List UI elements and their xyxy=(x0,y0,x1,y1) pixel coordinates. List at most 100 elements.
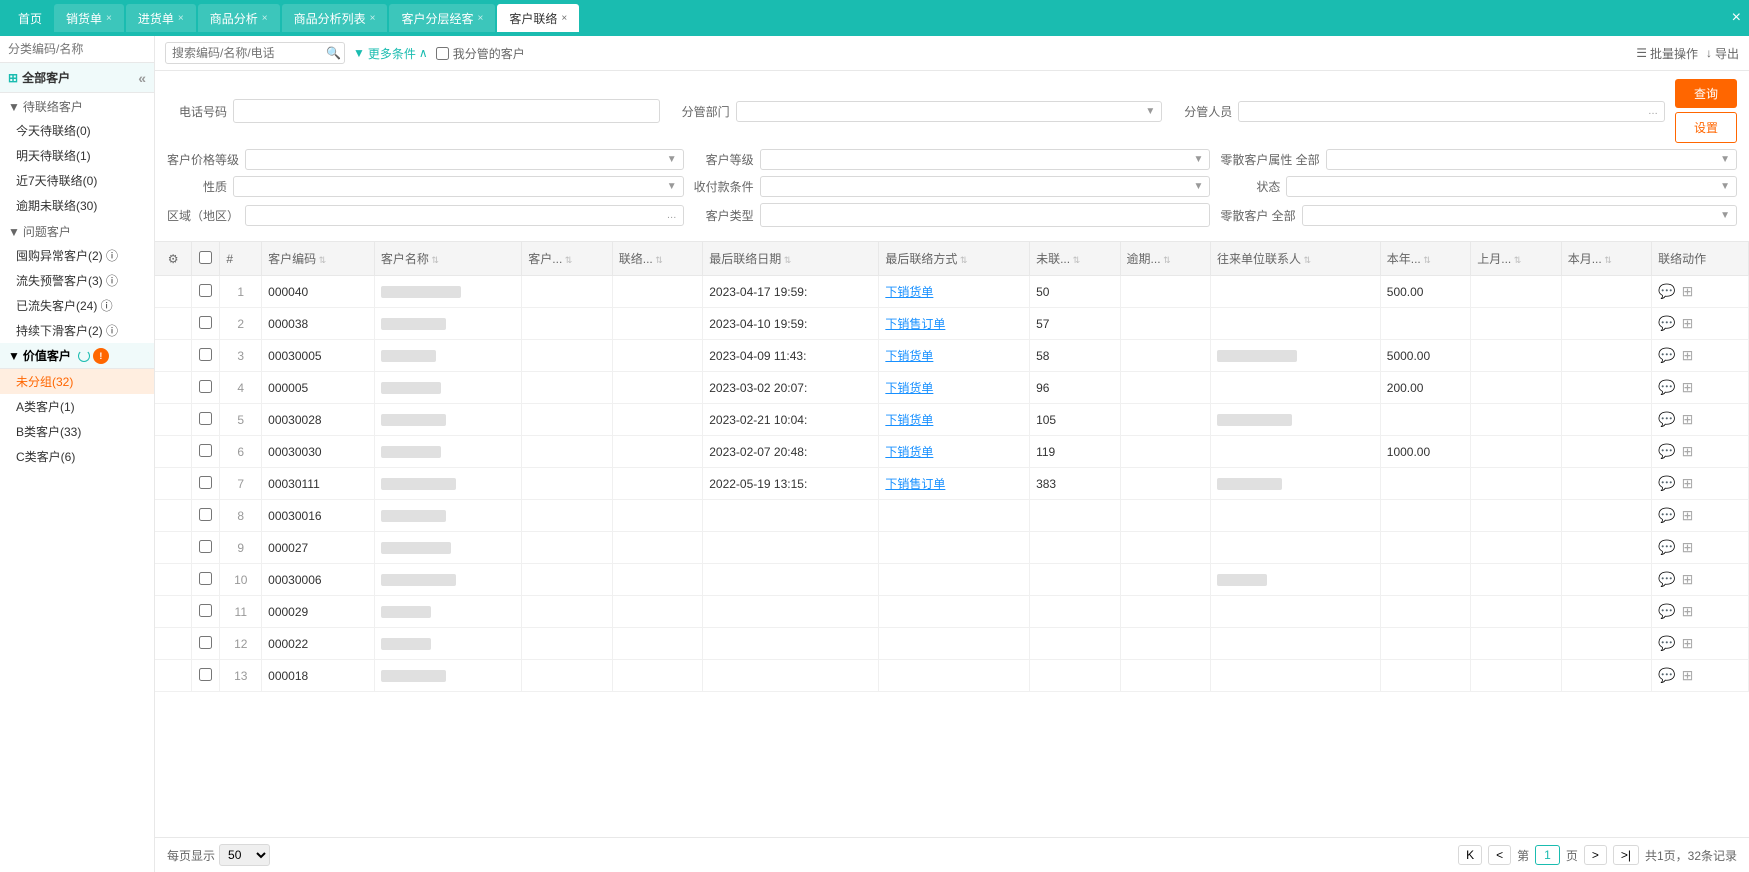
chat-icon[interactable]: 💬 xyxy=(1658,507,1675,524)
chat-icon[interactable]: 💬 xyxy=(1658,283,1675,300)
close-icon[interactable]: × xyxy=(370,13,376,24)
customer-grade-select[interactable]: ▼ xyxy=(760,149,1211,170)
manager-input[interactable]: … xyxy=(1238,101,1665,122)
scatter-customer-select[interactable]: ▼ xyxy=(1302,205,1737,226)
close-icon[interactable]: × xyxy=(561,13,567,24)
region-select[interactable]: … xyxy=(245,205,684,226)
chat-icon[interactable]: 💬 xyxy=(1658,411,1675,428)
next-page-button[interactable]: > xyxy=(1584,845,1607,865)
row-last-contact-method[interactable]: 下销货单 xyxy=(879,372,1030,404)
first-page-button[interactable]: K xyxy=(1458,845,1482,865)
query-button[interactable]: 查询 xyxy=(1675,79,1737,108)
status-select[interactable]: ▼ xyxy=(1286,176,1737,197)
export-button[interactable]: ↓ 导出 xyxy=(1706,45,1739,62)
close-icon[interactable]: × xyxy=(262,13,268,24)
tab-sales-order[interactable]: 销货单 × xyxy=(54,4,124,32)
chat-icon[interactable]: 💬 xyxy=(1658,571,1675,588)
chat-icon[interactable]: 💬 xyxy=(1658,603,1675,620)
row-checkbox[interactable] xyxy=(199,348,212,361)
sidebar-item-churn-warning[interactable]: 流失预警客户(3) ⓘ xyxy=(0,268,154,293)
collapse-icon[interactable]: « xyxy=(138,70,146,86)
more-conditions-btn[interactable]: ▼ 更多条件 ∧ xyxy=(353,45,428,62)
grid-icon[interactable]: ⊞ xyxy=(1682,379,1694,396)
row-checkbox[interactable] xyxy=(199,636,212,649)
phone-input[interactable] xyxy=(233,99,660,123)
col-overdue[interactable]: 逾期... xyxy=(1120,242,1210,276)
my-customers-checkbox[interactable] xyxy=(436,47,449,60)
sidebar-item-declining[interactable]: 持续下滑客户(2) ⓘ xyxy=(0,318,154,343)
tab-product-list[interactable]: 商品分析列表 × xyxy=(282,4,388,32)
col-last-contact-method[interactable]: 最后联络方式 xyxy=(879,242,1030,276)
reset-button[interactable]: 设置 xyxy=(1675,112,1737,143)
row-checkbox[interactable] xyxy=(199,476,212,489)
col-type[interactable]: 客户... xyxy=(522,242,612,276)
row-last-contact-method[interactable]: 下销售订单 xyxy=(879,308,1030,340)
row-checkbox[interactable] xyxy=(199,604,212,617)
row-checkbox[interactable] xyxy=(199,668,212,681)
my-customers-checkbox-label[interactable]: 我分管的客户 xyxy=(436,45,525,62)
grid-icon[interactable]: ⊞ xyxy=(1682,603,1694,620)
nature-select[interactable]: ▼ xyxy=(233,176,684,197)
sidebar-item-overdue-contact[interactable]: 逾期未联络(30) xyxy=(0,193,154,218)
sidebar-item-7day-pending[interactable]: 近7天待联络(0) xyxy=(0,168,154,193)
col-code[interactable]: 客户编码 xyxy=(262,242,375,276)
chat-icon[interactable]: 💬 xyxy=(1658,443,1675,460)
search-input[interactable] xyxy=(172,46,322,60)
col-this-month[interactable]: 本月... xyxy=(1561,242,1651,276)
row-checkbox[interactable] xyxy=(199,412,212,425)
col-contact-person[interactable]: 往来单位联系人 xyxy=(1211,242,1381,276)
row-checkbox[interactable] xyxy=(199,444,212,457)
sidebar-item-class-b[interactable]: B类客户(33) xyxy=(0,419,154,444)
customer-type-input[interactable] xyxy=(760,203,1211,227)
all-customers-header[interactable]: ⊞ 全部客户 « xyxy=(0,63,154,93)
grid-icon[interactable]: ⊞ xyxy=(1682,347,1694,364)
col-contact[interactable]: 联络... xyxy=(612,242,702,276)
sidebar-item-class-a[interactable]: A类客户(1) xyxy=(0,394,154,419)
payment-select[interactable]: ▼ xyxy=(760,176,1211,197)
col-settings[interactable]: ⚙ xyxy=(155,242,192,276)
sidebar-item-today-pending[interactable]: 今天待联络(0) xyxy=(0,118,154,143)
sidebar-item-tomorrow-pending[interactable]: 明天待联络(1) xyxy=(0,143,154,168)
sidebar-item-class-c[interactable]: C类客户(6) xyxy=(0,444,154,469)
grid-icon[interactable]: ⊞ xyxy=(1682,507,1694,524)
row-checkbox[interactable] xyxy=(199,540,212,553)
per-page-select[interactable]: 50 100 200 xyxy=(219,844,270,866)
row-last-contact-method[interactable]: 下销货单 xyxy=(879,404,1030,436)
row-checkbox[interactable] xyxy=(199,380,212,393)
grid-icon[interactable]: ⊞ xyxy=(1682,411,1694,428)
chat-icon[interactable]: 💬 xyxy=(1658,667,1675,684)
row-checkbox[interactable] xyxy=(199,284,212,297)
scatter-attr-select[interactable]: ▼ xyxy=(1326,149,1737,170)
value-customer-group-header[interactable]: ▼ 价值客户 ! xyxy=(0,343,154,369)
dept-select[interactable]: ▼ xyxy=(736,101,1163,122)
chat-icon[interactable]: 💬 xyxy=(1658,347,1675,364)
grid-icon[interactable]: ⊞ xyxy=(1682,667,1694,684)
tab-customer-contact[interactable]: 客户联络 × xyxy=(497,4,579,32)
sidebar-item-unclassified[interactable]: 未分组(32) xyxy=(0,369,154,394)
prev-page-button[interactable]: < xyxy=(1488,845,1511,865)
grid-icon[interactable]: ⊞ xyxy=(1682,475,1694,492)
batch-operation-button[interactable]: ☰ 批量操作 xyxy=(1636,45,1698,62)
grid-icon[interactable]: ⊞ xyxy=(1682,443,1694,460)
row-checkbox[interactable] xyxy=(199,572,212,585)
grid-icon[interactable]: ⊞ xyxy=(1682,539,1694,556)
chat-icon[interactable]: 💬 xyxy=(1658,475,1675,492)
search-icon[interactable]: 🔍 xyxy=(326,46,341,60)
sidebar-search-input[interactable] xyxy=(8,42,155,56)
col-name[interactable]: 客户名称 xyxy=(374,242,521,276)
sidebar-item-churned[interactable]: 已流失客户(24) ⓘ xyxy=(0,293,154,318)
col-this-year[interactable]: 本年... xyxy=(1380,242,1470,276)
grid-icon[interactable]: ⊞ xyxy=(1682,635,1694,652)
close-icon[interactable]: × xyxy=(477,13,483,24)
select-all-checkbox[interactable] xyxy=(199,251,212,264)
price-grade-select[interactable]: ▼ xyxy=(245,149,684,170)
grid-icon[interactable]: ⊞ xyxy=(1682,571,1694,588)
last-page-button[interactable]: >| xyxy=(1613,845,1639,865)
home-tab[interactable]: 首页 xyxy=(8,10,52,27)
col-not-contact[interactable]: 未联... xyxy=(1030,242,1120,276)
row-checkbox[interactable] xyxy=(199,316,212,329)
grid-icon[interactable]: ⊞ xyxy=(1682,283,1694,300)
chat-icon[interactable]: 💬 xyxy=(1658,315,1675,332)
sidebar-item-abnormal-hoarding[interactable]: 囤购异常客户(2) ⓘ xyxy=(0,243,154,268)
tab-product-analysis[interactable]: 商品分析 × xyxy=(198,4,280,32)
